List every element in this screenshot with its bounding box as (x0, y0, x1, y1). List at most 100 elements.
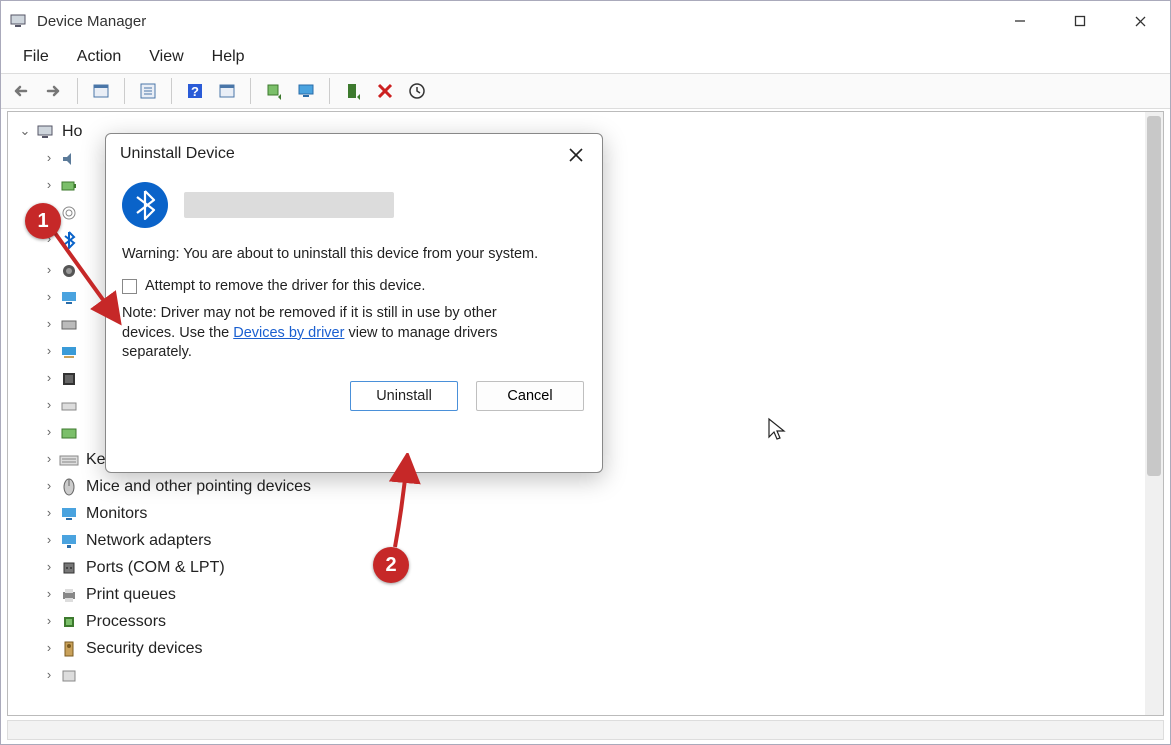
dialog-close-button[interactable] (556, 138, 596, 172)
cancel-button[interactable]: Cancel (476, 381, 584, 411)
toolbar: ? (1, 73, 1170, 109)
security-icon (58, 639, 80, 659)
titlebar: Device Manager (1, 1, 1170, 41)
tree-item-processors[interactable]: › Processors (12, 608, 1159, 635)
expand-icon[interactable]: › (40, 611, 58, 632)
port-icon (58, 558, 80, 578)
display-adapter-icon (58, 342, 80, 362)
tree-item-label: Ports (COM & LPT) (86, 555, 225, 581)
tree-root-label: Ho (62, 119, 82, 145)
tree-item-ports[interactable]: › Ports (COM & LPT) (12, 554, 1159, 581)
processor-icon (58, 612, 80, 632)
firmware-icon (58, 369, 80, 389)
expand-icon[interactable]: › (40, 175, 58, 196)
audio-icon (58, 149, 80, 169)
monitor-icon (58, 504, 80, 524)
back-icon[interactable] (9, 78, 35, 104)
vertical-scrollbar[interactable] (1145, 112, 1163, 715)
biometric-icon (58, 203, 80, 223)
svg-text:?: ? (191, 84, 199, 99)
properties-icon[interactable] (135, 78, 161, 104)
expand-icon[interactable]: › (40, 530, 58, 551)
cursor-icon (767, 417, 787, 444)
remove-driver-checkbox[interactable] (122, 279, 137, 294)
devices-by-driver-link[interactable]: Devices by driver (233, 325, 344, 341)
menu-file[interactable]: File (11, 44, 61, 70)
keyboard-icon (58, 450, 80, 470)
generic-device-icon (58, 666, 80, 686)
expand-icon[interactable]: › (40, 314, 58, 335)
bluetooth-icon (122, 182, 168, 228)
tree-item[interactable]: › (12, 662, 1159, 689)
device-manager-icon (9, 12, 27, 30)
camera-icon (58, 261, 80, 281)
tree-item-label: Mice and other pointing devices (86, 474, 311, 500)
computer-icon (34, 122, 56, 142)
enable-device-icon[interactable] (340, 78, 366, 104)
battery-icon (58, 176, 80, 196)
dialog-warning-text: Warning: You are about to uninstall this… (122, 246, 586, 262)
scan-icon[interactable] (214, 78, 240, 104)
tree-item-network[interactable]: › Network adapters (12, 527, 1159, 554)
uninstall-device-icon[interactable] (372, 78, 398, 104)
bluetooth-icon (58, 230, 80, 250)
printer-icon (58, 585, 80, 605)
expand-icon[interactable]: › (40, 368, 58, 389)
tree-item-label: Security devices (86, 636, 203, 662)
window-controls (990, 1, 1170, 41)
scan-hardware-icon[interactable] (404, 78, 430, 104)
expand-icon[interactable]: › (40, 503, 58, 524)
window-title: Device Manager (37, 13, 146, 30)
tree-item-monitors[interactable]: › Monitors (12, 500, 1159, 527)
show-hidden-icon[interactable] (88, 78, 114, 104)
uninstall-button[interactable]: Uninstall (350, 381, 458, 411)
tree-item-mice[interactable]: › Mice and other pointing devices (12, 473, 1159, 500)
expand-icon[interactable]: › (40, 260, 58, 281)
expand-icon[interactable]: › (40, 665, 58, 686)
help-icon[interactable]: ? (182, 78, 208, 104)
expand-icon[interactable]: › (40, 422, 58, 443)
device-manager-window: Device Manager File Action View Help ? (0, 0, 1171, 745)
tree-item-printqueues[interactable]: › Print queues (12, 581, 1159, 608)
expand-icon[interactable]: › (40, 148, 58, 169)
forward-icon[interactable] (41, 78, 67, 104)
maximize-button[interactable] (1050, 1, 1110, 41)
expand-icon[interactable]: › (40, 638, 58, 659)
collapse-icon[interactable]: ⌄ (16, 121, 34, 142)
expand-icon[interactable]: › (40, 476, 58, 497)
annotation-step-2: 2 (373, 547, 409, 583)
annotation-step-1: 1 (25, 203, 61, 239)
close-button[interactable] (1110, 1, 1170, 41)
tree-item-label: Network adapters (86, 528, 211, 554)
expand-icon[interactable]: › (40, 584, 58, 605)
dialog-note: Note: Driver may not be removed if it is… (122, 304, 552, 363)
remove-driver-checkbox-label: Attempt to remove the driver for this de… (145, 278, 425, 294)
expand-icon[interactable]: › (40, 557, 58, 578)
dialog-title: Uninstall Device (106, 134, 602, 174)
imaging-icon (58, 423, 80, 443)
tree-item-security[interactable]: › Security devices (12, 635, 1159, 662)
mouse-icon (58, 477, 80, 497)
tree-item-label: Processors (86, 609, 166, 635)
expand-icon[interactable]: › (40, 287, 58, 308)
expand-icon[interactable]: › (40, 341, 58, 362)
uninstall-device-dialog: Uninstall Device Warning: You are about … (105, 133, 603, 473)
monitor-icon[interactable] (293, 78, 319, 104)
tree-item-label: Monitors (86, 501, 147, 527)
disk-icon (58, 315, 80, 335)
menu-view[interactable]: View (137, 44, 195, 70)
update-driver-icon[interactable] (261, 78, 287, 104)
hid-icon (58, 396, 80, 416)
scrollbar-thumb[interactable] (1147, 116, 1161, 476)
network-icon (58, 531, 80, 551)
menubar: File Action View Help (1, 41, 1170, 73)
menu-help[interactable]: Help (200, 44, 257, 70)
expand-icon[interactable]: › (40, 449, 58, 470)
monitor-icon (58, 288, 80, 308)
tree-item-label: Print queues (86, 582, 176, 608)
minimize-button[interactable] (990, 1, 1050, 41)
menu-action[interactable]: Action (65, 44, 133, 70)
device-name-redacted (184, 192, 394, 218)
status-bar (7, 720, 1164, 740)
expand-icon[interactable]: › (40, 395, 58, 416)
